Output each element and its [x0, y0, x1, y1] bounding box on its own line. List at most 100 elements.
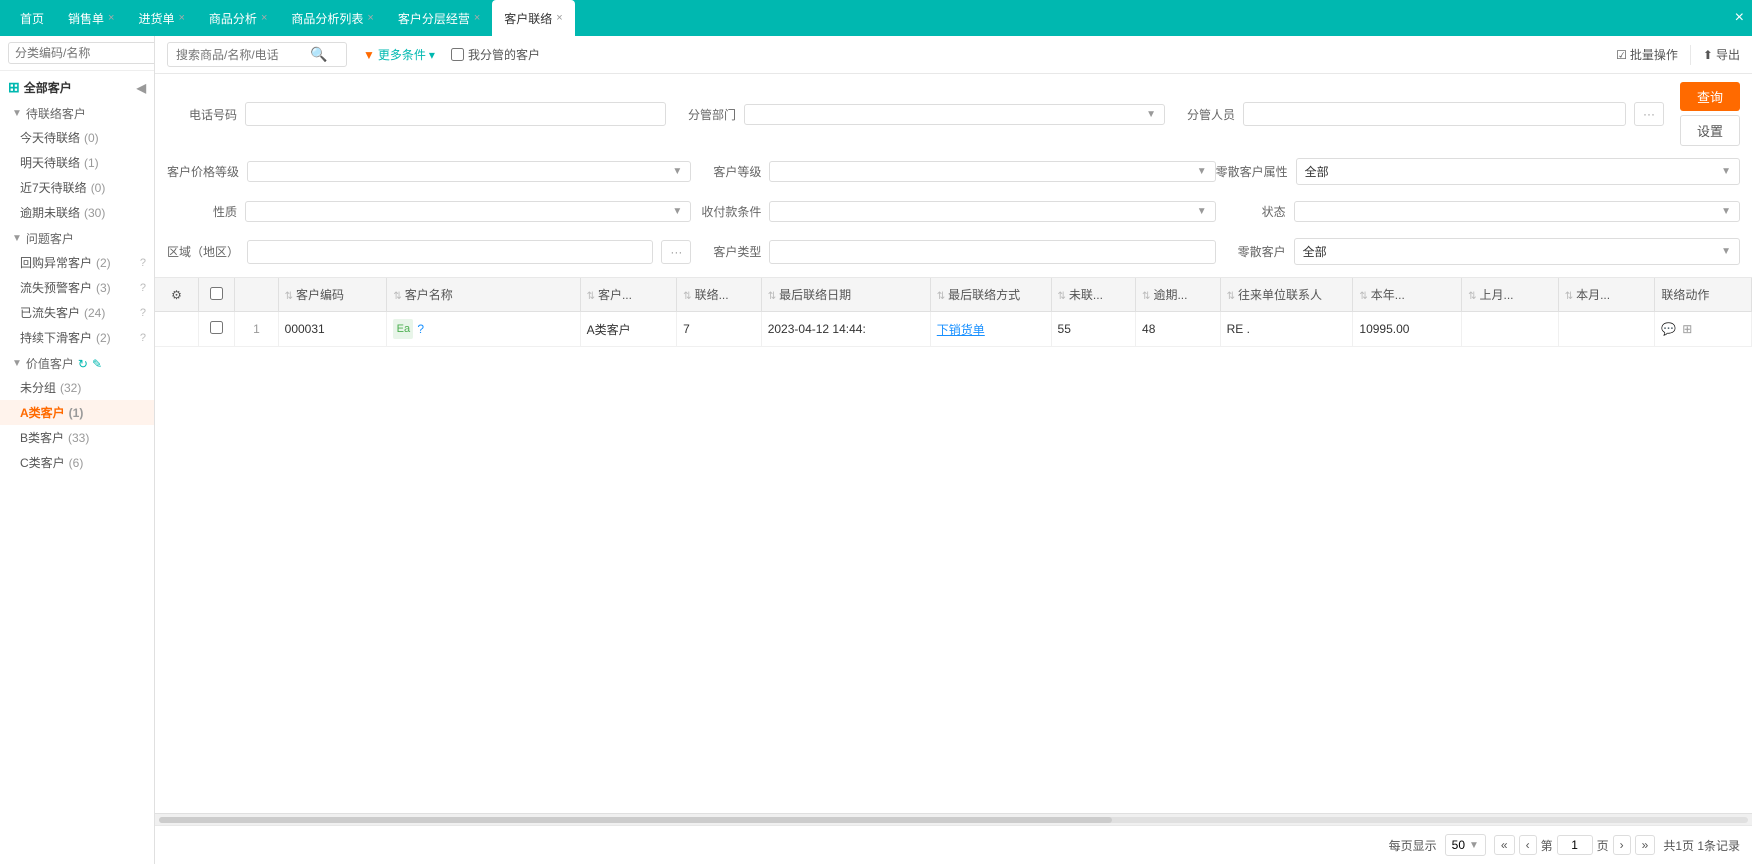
refresh-value-icon[interactable]: ↻ — [78, 357, 88, 371]
scrollbar-track[interactable] — [159, 817, 1748, 823]
col-name[interactable]: ⇅客户名称 — [387, 278, 580, 312]
search-input[interactable] — [176, 48, 306, 62]
sidebar-item-b-class[interactable]: B类客户 (33) — [0, 425, 154, 450]
sidebar-item-repurchase-anomaly[interactable]: 回购异常客户 (2) ? — [0, 250, 154, 275]
sidebar-value-group[interactable]: ▼ 价值客户 ↻ ✎ — [0, 350, 154, 375]
my-customer-checkbox[interactable] — [451, 48, 464, 61]
sidebar-item-declining[interactable]: 持续下滑客户 (2) ? — [0, 325, 154, 350]
filter-price-grade: 客户价格等级 ▼ — [167, 157, 691, 186]
col-overdue[interactable]: ⇅逾期... — [1136, 278, 1221, 312]
filter-icon: ▼ — [363, 48, 375, 62]
price-grade-select[interactable]: ▼ — [247, 161, 691, 182]
sidebar-collapse-btn[interactable]: ◀ — [137, 81, 146, 95]
col-code[interactable]: ⇅客户编码 — [278, 278, 387, 312]
close-tab-customer-contact[interactable]: × — [556, 12, 562, 24]
sidebar-item-churn-warning[interactable]: 流失预警客户 (3) ? — [0, 275, 154, 300]
sidebar-search-input[interactable] — [8, 42, 155, 64]
per-page-select[interactable]: 50 ▼ — [1445, 834, 1486, 856]
col-last-date[interactable]: ⇅最后联络日期 — [761, 278, 930, 312]
row-actions: 💬 ⊞ — [1655, 312, 1752, 347]
scrollbar-thumb[interactable] — [159, 817, 1112, 823]
sidebar-problem-group[interactable]: ▼ 问题客户 — [0, 225, 154, 250]
search-icon[interactable]: 🔍 — [310, 46, 327, 63]
close-tab-customer-tier[interactable]: × — [474, 12, 480, 24]
row-this-month — [1558, 312, 1655, 347]
set-button[interactable]: 设置 — [1680, 115, 1740, 146]
close-all-button[interactable]: × — [1735, 9, 1744, 27]
page-input[interactable] — [1557, 835, 1593, 855]
query-button[interactable]: 查询 — [1680, 82, 1740, 111]
close-tab-purchase[interactable]: × — [178, 12, 184, 24]
manager-input[interactable] — [1243, 102, 1626, 126]
nav-tab-purchase[interactable]: 进货单 × — [126, 0, 196, 36]
close-tab-sales[interactable]: × — [108, 12, 114, 24]
chat-icon[interactable]: 💬 — [1661, 322, 1676, 336]
row-name[interactable]: ? — [417, 322, 424, 336]
nav-tab-customer-tier[interactable]: 客户分层经营 × — [386, 0, 492, 36]
sidebar-item-churned[interactable]: 已流失客户 (24) ? — [0, 300, 154, 325]
close-tab-analysis-list[interactable]: × — [367, 12, 373, 24]
select-all-checkbox[interactable] — [210, 287, 223, 300]
manager-label: 分管人员 — [1165, 106, 1235, 123]
region-dots-btn[interactable]: ··· — [661, 240, 691, 264]
sidebar-item-today[interactable]: 今天待联络 (0) — [0, 125, 154, 150]
page-navigation: « ‹ 第 页 › » — [1494, 835, 1655, 855]
prev-page-btn[interactable]: ‹ — [1519, 835, 1537, 855]
edit-value-icon[interactable]: ✎ — [92, 357, 102, 371]
horizontal-scrollbar[interactable] — [155, 813, 1752, 825]
row-type: A类客户 — [580, 312, 677, 347]
nav-tab-analysis-list[interactable]: 商品分析列表 × — [279, 0, 385, 36]
top-navigation: 首页 销售单 × 进货单 × 商品分析 × 商品分析列表 × 客户分层经营 × … — [0, 0, 1752, 36]
customer-grade-select[interactable]: ▼ — [769, 161, 1215, 182]
status-select[interactable]: ▼ — [1294, 201, 1740, 222]
sidebar-item-overdue[interactable]: 逾期未联络 (30) — [0, 200, 154, 225]
nav-tab-customer-contact[interactable]: 客户联络 × — [492, 0, 574, 36]
manager-dots-btn[interactable]: ··· — [1634, 102, 1664, 126]
filter-phone: 电话号码 — [167, 98, 666, 130]
row-overdue: 48 — [1136, 312, 1221, 347]
row-checkbox[interactable] — [210, 321, 223, 334]
close-tab-analysis[interactable]: × — [261, 12, 267, 24]
first-page-btn[interactable]: « — [1494, 835, 1515, 855]
sidebar-item-c-class[interactable]: C类客户 (6) — [0, 450, 154, 475]
col-last-method[interactable]: ⇅最后联络方式 — [930, 278, 1051, 312]
col-no-contact[interactable]: ⇅未联... — [1051, 278, 1136, 312]
col-this-year[interactable]: ⇅本年... — [1353, 278, 1462, 312]
toolbar: 🔍 ▼ 更多条件 ▾ 我分管的客户 ☑ 批量操作 ⬆ 导出 — [155, 36, 1752, 74]
sidebar-item-tomorrow[interactable]: 明天待联络 (1) — [0, 150, 154, 175]
toolbar-divider — [1690, 45, 1691, 65]
col-type[interactable]: ⇅客户... — [580, 278, 677, 312]
sidebar-item-7days[interactable]: 近7天待联络 (0) — [0, 175, 154, 200]
dept-select[interactable]: ▼ — [744, 104, 1165, 125]
cust-type-input[interactable] — [769, 240, 1215, 264]
phone-input[interactable] — [245, 102, 666, 126]
batch-op-btn[interactable]: ☑ 批量操作 — [1616, 46, 1678, 63]
col-contact[interactable]: ⇅联络... — [677, 278, 762, 312]
last-page-btn[interactable]: » — [1635, 835, 1656, 855]
payment-select[interactable]: ▼ — [769, 201, 1215, 222]
col-last-month[interactable]: ⇅上月... — [1462, 278, 1559, 312]
export-btn[interactable]: ⬆ 导出 — [1703, 46, 1740, 63]
sidebar-pending-group[interactable]: ▼ 待联络客户 — [0, 100, 154, 125]
help-icon-declining: ? — [140, 332, 146, 344]
sidebar-all-customers-label: 全部客户 — [24, 79, 133, 96]
more-filter-btn[interactable]: ▼ 更多条件 ▾ — [355, 43, 443, 66]
sidebar-item-ungrouped[interactable]: 未分组 (32) — [0, 375, 154, 400]
phone-label: 电话号码 — [167, 106, 237, 123]
col-this-month[interactable]: ⇅本月... — [1558, 278, 1655, 312]
sidebar-item-a-class[interactable]: A类客户 (1) — [0, 400, 154, 425]
col-unit-contact[interactable]: ⇅往来单位联系人 — [1220, 278, 1353, 312]
retail-select[interactable]: 全部 ▼ — [1294, 238, 1740, 265]
nav-home[interactable]: 首页 — [8, 0, 56, 36]
grid-action-icon[interactable]: ⊞ — [1682, 322, 1692, 336]
my-customer-checkbox-area[interactable]: 我分管的客户 — [451, 46, 540, 63]
nature-select[interactable]: ▼ — [245, 201, 691, 222]
retail-attr-select[interactable]: 全部 ▼ — [1296, 158, 1740, 185]
row-last-method[interactable]: 下销货单 — [930, 312, 1051, 347]
nav-tab-analysis[interactable]: 商品分析 × — [197, 0, 279, 36]
next-page-btn[interactable]: › — [1613, 835, 1631, 855]
last-method-link[interactable]: 下销货单 — [937, 323, 985, 337]
col-gear[interactable]: ⚙ — [155, 278, 198, 312]
nav-tab-sales[interactable]: 销售单 × — [56, 0, 126, 36]
region-input[interactable] — [247, 240, 653, 264]
